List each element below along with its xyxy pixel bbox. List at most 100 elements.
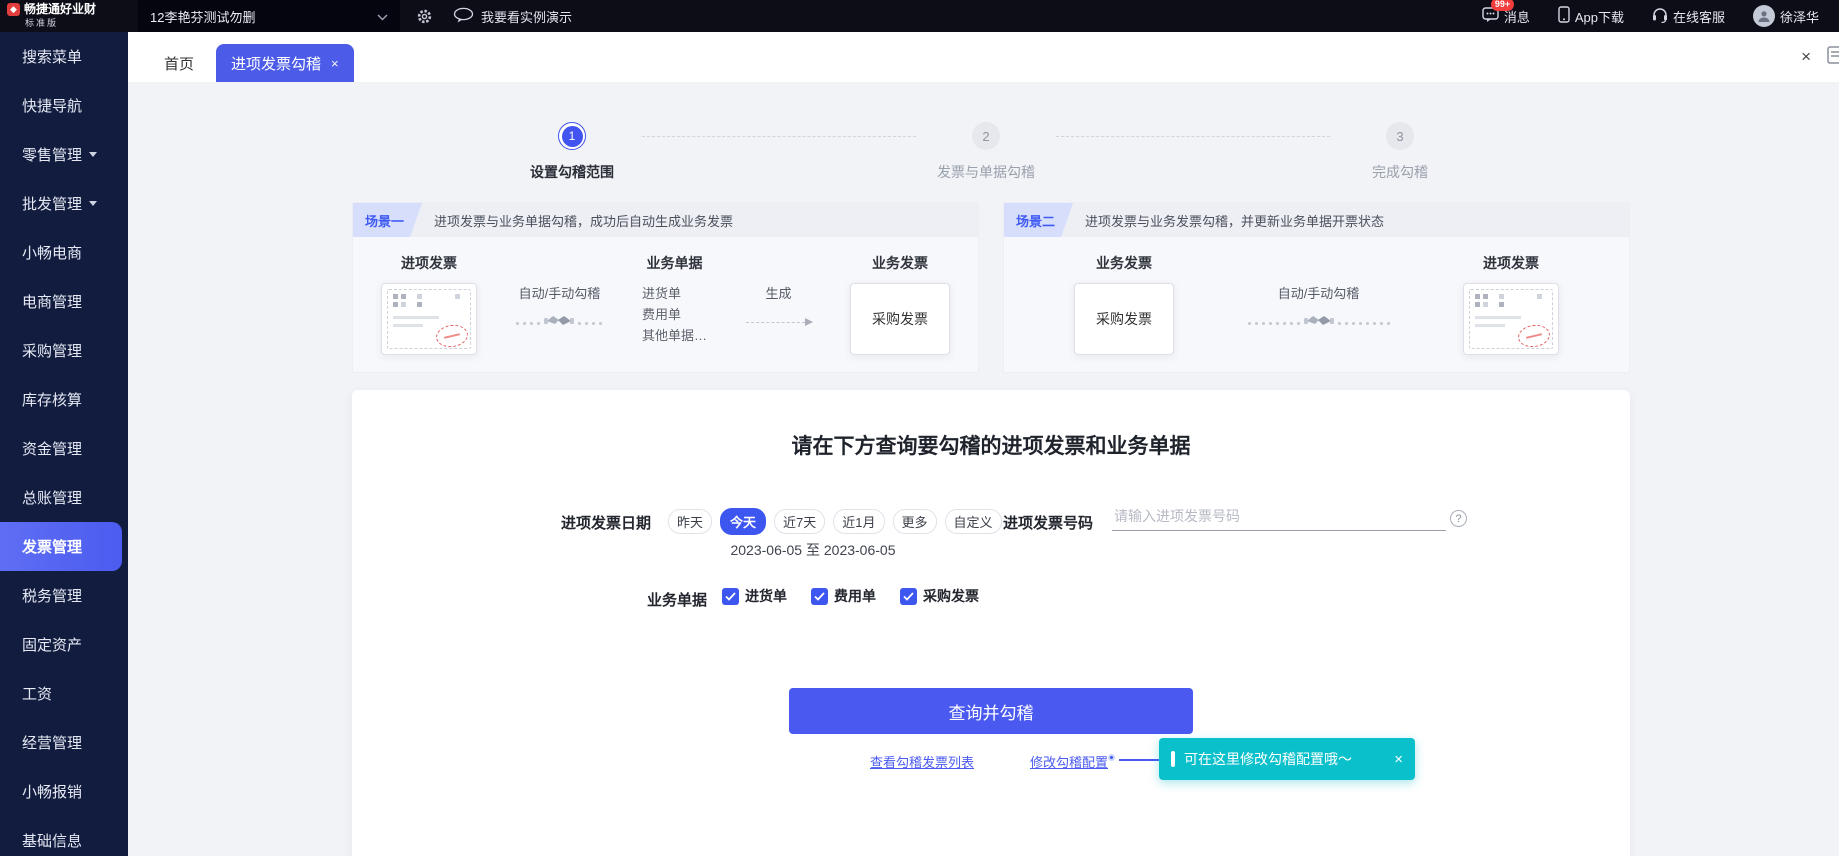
tab-home[interactable]: 首页	[142, 44, 216, 82]
sidebar-item-inventory-accounting[interactable]: 库存核算	[0, 375, 128, 424]
step-label: 完成勾稽	[1372, 164, 1428, 180]
sidebar-item-fixed-assets[interactable]: 固定资产	[0, 620, 128, 669]
sidebar-item-wholesale-mgmt[interactable]: 批发管理	[0, 179, 128, 228]
date-option-yesterday[interactable]: 昨天	[668, 509, 713, 534]
config-tooltip: 可在这里修改勾稽配置哦～ ×	[1159, 738, 1415, 780]
sidebar-item-general-ledger[interactable]: 总账管理	[0, 473, 128, 522]
invoice-date-label: 进项发票日期	[561, 515, 652, 532]
invoice-number-label: 进项发票号码	[1003, 515, 1094, 532]
sidebar-item-quick-nav[interactable]: 快捷导航	[0, 81, 128, 130]
step-1-set-scope: 1 设置勾稽范围	[502, 122, 642, 182]
scenario-2-badge: 场景二	[1004, 203, 1073, 237]
sidebar-item-payroll[interactable]: 工资	[0, 669, 128, 718]
sidebar-item-funds-mgmt[interactable]: 资金管理	[0, 424, 128, 473]
invoice-document-icon	[1463, 283, 1559, 355]
sidebar-item-label: 搜索菜单	[22, 49, 83, 66]
sidebar-item-ecommerce-mgmt[interactable]: 电商管理	[0, 277, 128, 326]
tab-invoice-matching[interactable]: 进项发票勾稽 ×	[216, 44, 354, 82]
chevron-down-icon	[377, 9, 388, 24]
query-card: 请在下方查询要勾稽的进项发票和业务单据 进项发票日期 昨天 今天 近7天 近1月…	[352, 390, 1630, 856]
online-support-label: 在线客服	[1672, 9, 1725, 25]
online-support-button[interactable]: 在线客服	[1652, 7, 1725, 26]
modify-match-config-link[interactable]: 修改勾稽配置	[1030, 752, 1108, 771]
step-connector	[1056, 136, 1330, 137]
column-title: 业务单据	[646, 255, 703, 271]
invoice-text-line	[393, 316, 439, 319]
scenario-2-body: 业务发票 采购发票 自动/手动勾稽 进项发票	[1004, 237, 1629, 373]
checkbox-purchase-invoice[interactable]: 采购发票	[900, 586, 979, 606]
checkbox-checked-icon	[722, 587, 739, 605]
app-download-button[interactable]: App下载	[1558, 6, 1624, 26]
sidebar-item-label: 经营管理	[22, 735, 83, 752]
handshake-dots	[516, 312, 603, 335]
checkbox-expense-doc[interactable]: 费用单	[811, 586, 876, 606]
app-window: ◆ 畅捷通好业财 标准版 12李艳芬测试勿删 我要看实例演示 99+ 消息 Ap…	[0, 0, 1839, 856]
date-option-more[interactable]: 更多	[892, 509, 937, 534]
tab-list-icon[interactable]	[1827, 45, 1839, 70]
messages-button[interactable]: 99+ 消息	[1482, 0, 1530, 26]
scenario-1-title: 进项发票与业务单据勾稽，成功后自动生成业务发票	[434, 213, 734, 229]
column-title: 业务发票	[871, 255, 928, 271]
phone-icon	[1558, 6, 1570, 26]
step-2-match: 2 发票与单据勾稽	[916, 122, 1056, 182]
checkbox-checked-icon	[900, 587, 917, 605]
invoice-text-line	[1475, 324, 1505, 327]
purchase-invoice-box: 采购发票	[1074, 283, 1174, 355]
step-label: 发票与单据勾稽	[937, 164, 1035, 180]
tab-close-icon[interactable]: ×	[331, 56, 339, 71]
chevron-down-icon	[89, 152, 98, 157]
column-title: 进项发票	[401, 255, 457, 271]
tooltip-connector-line	[1119, 759, 1159, 761]
step-connector	[642, 136, 916, 137]
sidebar-item-search-menu[interactable]: 搜索菜单	[0, 32, 128, 81]
scenario-2-header: 场景二 进项发票与业务发票勾稽，并更新业务单据开票状态	[1004, 203, 1629, 237]
match-label: 自动/手动勾稽	[1277, 286, 1360, 301]
brand-logo-icon: ◆	[7, 3, 20, 16]
checkbox-purchase-order[interactable]: 进货单	[722, 586, 787, 606]
date-option-custom[interactable]: 自定义	[944, 509, 1002, 534]
step-circle: 1	[558, 122, 586, 150]
avatar	[1752, 5, 1775, 27]
step-number: 3	[1386, 122, 1414, 150]
sidebar-item-retail-mgmt[interactable]: 零售管理	[0, 130, 128, 179]
sidebar-item-operations-mgmt[interactable]: 经营管理	[0, 718, 128, 767]
settings-gear-icon[interactable]	[416, 8, 433, 25]
date-quick-options: 昨天 今天 近7天 近1月 更多 自定义	[668, 508, 1002, 535]
demo-link-label: 我要看实例演示	[481, 9, 573, 25]
topbar-right: 99+ 消息 App下载 在线客服 徐泽华	[1482, 0, 1839, 27]
query-and-match-button[interactable]: 查询并勾稽	[789, 688, 1193, 734]
sidebar-item-xiaochang-ecommerce[interactable]: 小畅电商	[0, 228, 128, 277]
tooltip-close-icon[interactable]: ×	[1394, 751, 1403, 768]
invoice-number-input[interactable]	[1112, 502, 1446, 531]
scenario-card-1: 场景一 进项发票与业务单据勾稽，成功后自动生成业务发票 进项发票 自动/手动勾稽	[352, 202, 979, 373]
sidebar-item-purchase-mgmt[interactable]: 采购管理	[0, 326, 128, 375]
sidebar-item-label: 批发管理	[22, 196, 83, 213]
handshake-dots	[1247, 312, 1390, 335]
scenario-1-header: 场景一 进项发票与业务单据勾稽，成功后自动生成业务发票	[353, 203, 978, 237]
help-icon[interactable]: ?	[1450, 510, 1467, 527]
speech-bubble-icon	[453, 7, 474, 26]
sidebar-item-xiaochang-expense[interactable]: 小畅报销	[0, 767, 128, 816]
close-all-tabs-icon[interactable]: ×	[1801, 47, 1811, 67]
tooltip-text: 可在这里修改勾稽配置哦～	[1184, 751, 1352, 767]
view-matched-invoices-link[interactable]: 查看勾稽发票列表	[870, 752, 974, 771]
doc-type-list: 进货单 费用单 其他单据…	[642, 283, 707, 346]
account-dropdown[interactable]: 12李艳芬测试勿删	[138, 0, 400, 32]
scenario-2-title: 进项发票与业务发票勾稽，并更新业务单据开票状态	[1085, 213, 1385, 229]
business-doc-label: 业务单据	[647, 592, 708, 609]
date-option-last1month[interactable]: 近1月	[833, 509, 885, 534]
sidebar-item-label: 快捷导航	[22, 98, 83, 115]
date-option-today[interactable]: 今天	[720, 508, 767, 535]
sidebar-item-label: 发票管理	[22, 539, 83, 556]
handshake-icon	[544, 312, 575, 335]
tooltip-info-icon	[1171, 751, 1175, 767]
sidebar-item-tax-mgmt[interactable]: 税务管理	[0, 571, 128, 620]
sidebar-item-invoice-mgmt[interactable]: 发票管理	[0, 522, 122, 571]
date-option-last7days[interactable]: 近7天	[774, 509, 826, 534]
sidebar-item-basic-info[interactable]: 基础信息	[0, 816, 128, 856]
column-title: 进项发票	[1483, 255, 1539, 271]
demo-link[interactable]: 我要看实例演示	[453, 7, 572, 26]
doc-type: 进货单	[641, 286, 681, 301]
match-connector: 自动/手动勾稽	[516, 283, 603, 335]
user-menu[interactable]: 徐泽华	[1752, 5, 1819, 27]
